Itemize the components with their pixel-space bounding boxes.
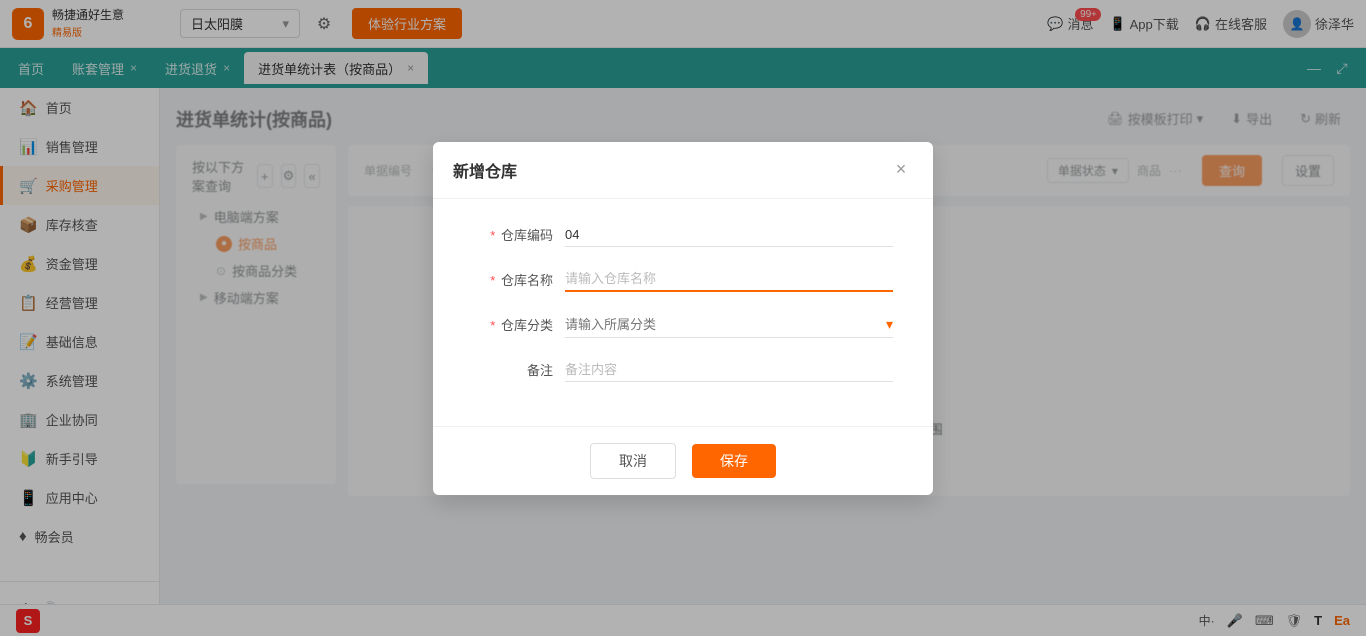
form-row-name: * 仓库名称 — [473, 267, 893, 292]
dialog-body: * 仓库编码 * 仓库名称 * 仓库分类 — [433, 199, 933, 426]
dialog-header: 新增仓库 × — [433, 142, 933, 199]
dialog-title: 新增仓库 — [453, 158, 517, 182]
required-star-name: * — [490, 273, 495, 288]
new-warehouse-dialog: 新增仓库 × * 仓库编码 * 仓库名称 — [433, 142, 933, 495]
form-row-notes: 备注 — [473, 358, 893, 382]
code-label: * 仓库编码 — [473, 225, 553, 244]
warehouse-name-input[interactable] — [565, 267, 893, 292]
form-row-code: * 仓库编码 — [473, 223, 893, 247]
category-arrow-icon[interactable]: ▾ — [886, 316, 893, 333]
required-star-category: * — [490, 318, 495, 333]
warehouse-code-input[interactable] — [565, 223, 893, 247]
dialog-overlay: 新增仓库 × * 仓库编码 * 仓库名称 — [0, 0, 1366, 636]
form-row-category: * 仓库分类 ▾ — [473, 312, 893, 338]
cancel-button[interactable]: 取消 — [590, 443, 676, 479]
notes-input[interactable] — [565, 358, 893, 382]
save-button[interactable]: 保存 — [692, 444, 776, 478]
required-star-code: * — [490, 228, 495, 243]
dialog-footer: 取消 保存 — [433, 426, 933, 495]
category-select-wrapper[interactable]: ▾ — [565, 312, 893, 338]
name-label: * 仓库名称 — [473, 270, 553, 289]
notes-label: 备注 — [473, 360, 553, 379]
category-label: * 仓库分类 — [473, 315, 553, 334]
category-input[interactable] — [565, 317, 886, 332]
dialog-close-button[interactable]: × — [889, 158, 913, 182]
